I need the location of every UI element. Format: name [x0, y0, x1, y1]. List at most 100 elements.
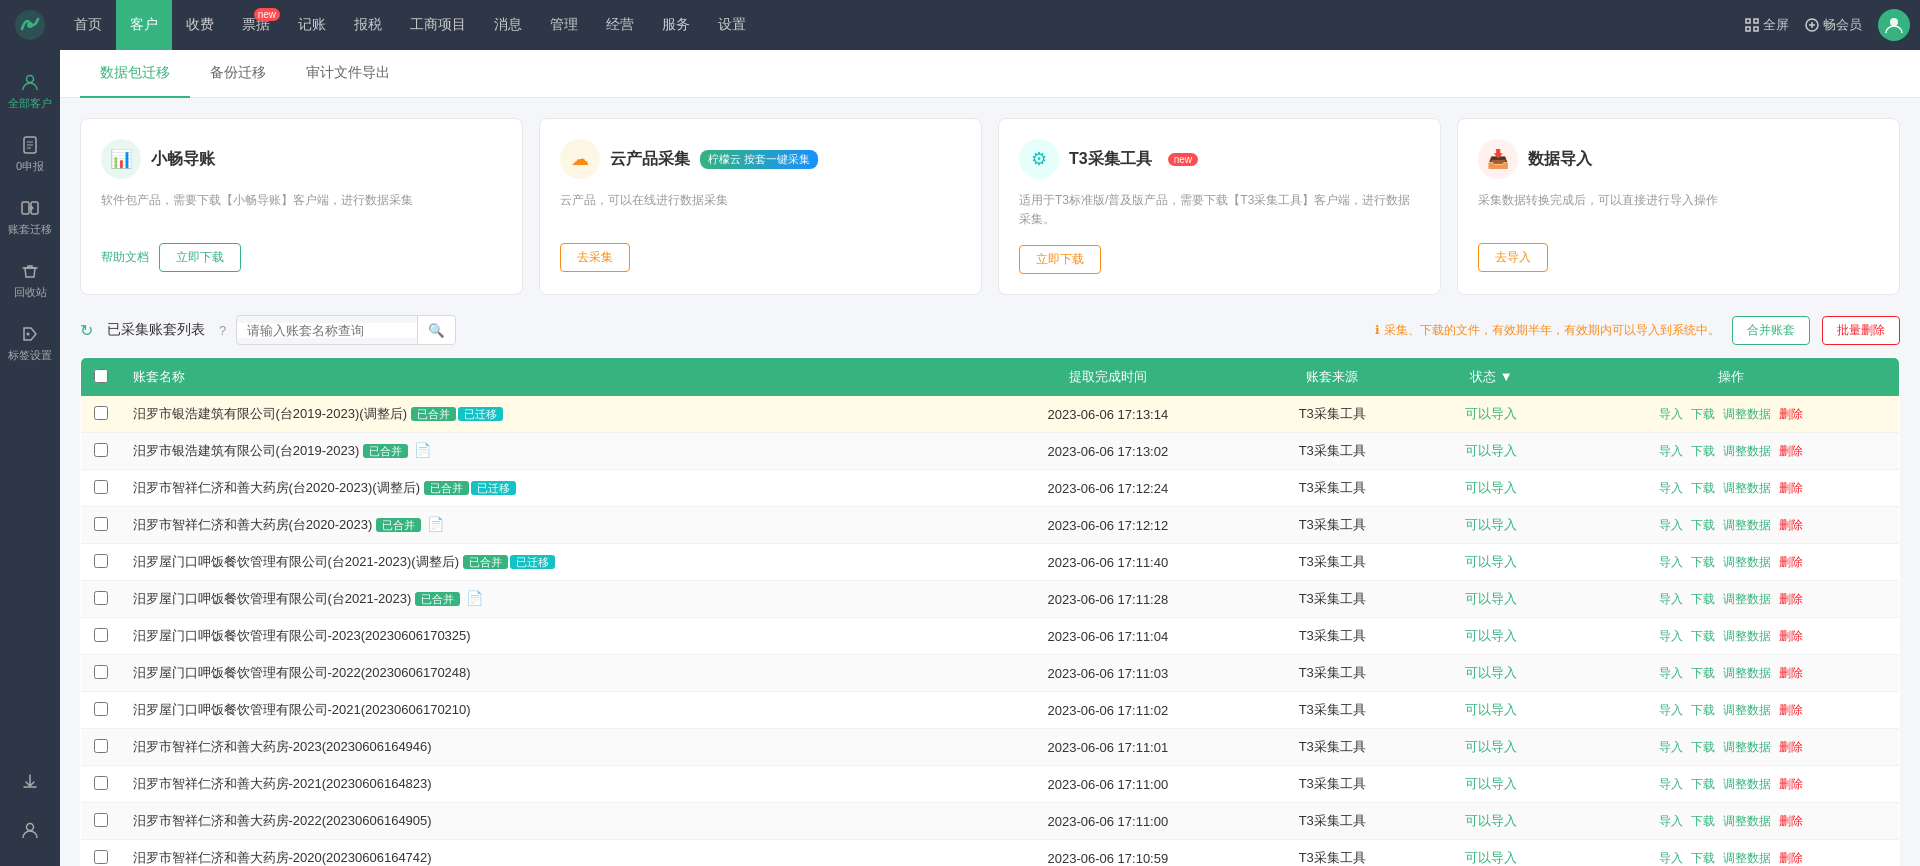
action-删除[interactable]: 删除: [1779, 555, 1803, 569]
sidebar-bottom-user[interactable]: [20, 810, 40, 850]
action-调整数据[interactable]: 调整数据: [1723, 814, 1771, 828]
member-btn[interactable]: 畅会员: [1805, 16, 1862, 34]
search-button[interactable]: 🔍: [417, 316, 455, 344]
action-删除[interactable]: 删除: [1779, 666, 1803, 680]
row-select-checkbox[interactable]: [94, 443, 108, 457]
tab-audit-export[interactable]: 审计文件导出: [286, 50, 410, 98]
sidebar-bottom-download[interactable]: [20, 762, 40, 802]
action-导入[interactable]: 导入: [1659, 777, 1683, 791]
action-下载[interactable]: 下载: [1691, 703, 1715, 717]
user-avatar[interactable]: [1878, 9, 1910, 41]
action-调整数据[interactable]: 调整数据: [1723, 518, 1771, 532]
action-调整数据[interactable]: 调整数据: [1723, 481, 1771, 495]
tab-backup-migrate[interactable]: 备份迁移: [190, 50, 286, 98]
nav-bookkeeping[interactable]: 记账: [284, 0, 340, 50]
action-调整数据[interactable]: 调整数据: [1723, 851, 1771, 865]
row-select-checkbox[interactable]: [94, 739, 108, 753]
logo[interactable]: [10, 5, 50, 45]
action-下载[interactable]: 下载: [1691, 629, 1715, 643]
row-select-checkbox[interactable]: [94, 628, 108, 642]
sidebar-item-tag[interactable]: 标签设置: [0, 312, 60, 375]
row-select-checkbox[interactable]: [94, 517, 108, 531]
nav-settings[interactable]: 设置: [704, 0, 760, 50]
nav-tax[interactable]: 报税: [340, 0, 396, 50]
action-导入[interactable]: 导入: [1659, 555, 1683, 569]
action-导入[interactable]: 导入: [1659, 703, 1683, 717]
sidebar-item-zero-declare[interactable]: 0申报: [0, 123, 60, 186]
nav-customer[interactable]: 客户: [116, 0, 172, 50]
action-下载[interactable]: 下载: [1691, 740, 1715, 754]
action-导入[interactable]: 导入: [1659, 444, 1683, 458]
action-删除[interactable]: 删除: [1779, 777, 1803, 791]
action-导入[interactable]: 导入: [1659, 851, 1683, 865]
action-下载[interactable]: 下载: [1691, 481, 1715, 495]
nav-operation[interactable]: 经营: [592, 0, 648, 50]
row-select-checkbox[interactable]: [94, 591, 108, 605]
nav-business[interactable]: 工商项目: [396, 0, 480, 50]
nav-message[interactable]: 消息: [480, 0, 536, 50]
import-go-btn[interactable]: 去导入: [1478, 243, 1548, 272]
action-导入[interactable]: 导入: [1659, 407, 1683, 421]
sidebar-item-migrate[interactable]: 账套迁移: [0, 186, 60, 249]
nav-manage[interactable]: 管理: [536, 0, 592, 50]
action-下载[interactable]: 下载: [1691, 555, 1715, 569]
nav-home[interactable]: 首页: [60, 0, 116, 50]
t3-download-btn[interactable]: 立即下载: [1019, 245, 1101, 274]
row-select-checkbox[interactable]: [94, 665, 108, 679]
row-select-checkbox[interactable]: [94, 406, 108, 420]
action-调整数据[interactable]: 调整数据: [1723, 407, 1771, 421]
action-导入[interactable]: 导入: [1659, 481, 1683, 495]
merge-btn[interactable]: 合并账套: [1732, 316, 1810, 345]
action-下载[interactable]: 下载: [1691, 814, 1715, 828]
action-导入[interactable]: 导入: [1659, 666, 1683, 680]
action-导入[interactable]: 导入: [1659, 518, 1683, 532]
action-下载[interactable]: 下载: [1691, 666, 1715, 680]
action-删除[interactable]: 删除: [1779, 629, 1803, 643]
action-调整数据[interactable]: 调整数据: [1723, 740, 1771, 754]
xiaochang-download-btn[interactable]: 立即下载: [159, 243, 241, 272]
action-下载[interactable]: 下载: [1691, 592, 1715, 606]
action-调整数据[interactable]: 调整数据: [1723, 555, 1771, 569]
row-select-checkbox[interactable]: [94, 776, 108, 790]
sidebar-item-all-customers[interactable]: 全部客户: [0, 60, 60, 123]
fullscreen-btn[interactable]: 全屏: [1745, 16, 1789, 34]
action-导入[interactable]: 导入: [1659, 592, 1683, 606]
action-调整数据[interactable]: 调整数据: [1723, 629, 1771, 643]
action-删除[interactable]: 删除: [1779, 814, 1803, 828]
action-删除[interactable]: 删除: [1779, 851, 1803, 865]
row-select-checkbox[interactable]: [94, 850, 108, 864]
action-删除[interactable]: 删除: [1779, 518, 1803, 532]
tab-data-migrate[interactable]: 数据包迁移: [80, 50, 190, 98]
action-下载[interactable]: 下载: [1691, 444, 1715, 458]
action-调整数据[interactable]: 调整数据: [1723, 592, 1771, 606]
action-导入[interactable]: 导入: [1659, 740, 1683, 754]
action-删除[interactable]: 删除: [1779, 740, 1803, 754]
sidebar-item-trash[interactable]: 回收站: [0, 249, 60, 312]
action-调整数据[interactable]: 调整数据: [1723, 666, 1771, 680]
action-调整数据[interactable]: 调整数据: [1723, 444, 1771, 458]
action-下载[interactable]: 下载: [1691, 777, 1715, 791]
select-all-checkbox[interactable]: [94, 369, 108, 383]
nav-charge[interactable]: 收费: [172, 0, 228, 50]
action-删除[interactable]: 删除: [1779, 703, 1803, 717]
action-删除[interactable]: 删除: [1779, 407, 1803, 421]
nav-bill[interactable]: 票据new: [228, 0, 284, 50]
xiaochang-help-btn[interactable]: 帮助文档: [101, 249, 149, 266]
action-下载[interactable]: 下载: [1691, 407, 1715, 421]
row-select-checkbox[interactable]: [94, 554, 108, 568]
action-删除[interactable]: 删除: [1779, 592, 1803, 606]
row-select-checkbox[interactable]: [94, 702, 108, 716]
action-调整数据[interactable]: 调整数据: [1723, 703, 1771, 717]
cloud-collect-btn[interactable]: 去采集: [560, 243, 630, 272]
batch-delete-btn[interactable]: 批量删除: [1822, 316, 1900, 345]
action-删除[interactable]: 删除: [1779, 481, 1803, 495]
action-导入[interactable]: 导入: [1659, 814, 1683, 828]
row-select-checkbox[interactable]: [94, 480, 108, 494]
refresh-icon[interactable]: ↻: [80, 321, 93, 340]
help-icon[interactable]: ?: [219, 323, 226, 338]
action-下载[interactable]: 下载: [1691, 518, 1715, 532]
action-调整数据[interactable]: 调整数据: [1723, 777, 1771, 791]
row-select-checkbox[interactable]: [94, 813, 108, 827]
action-导入[interactable]: 导入: [1659, 629, 1683, 643]
action-删除[interactable]: 删除: [1779, 444, 1803, 458]
